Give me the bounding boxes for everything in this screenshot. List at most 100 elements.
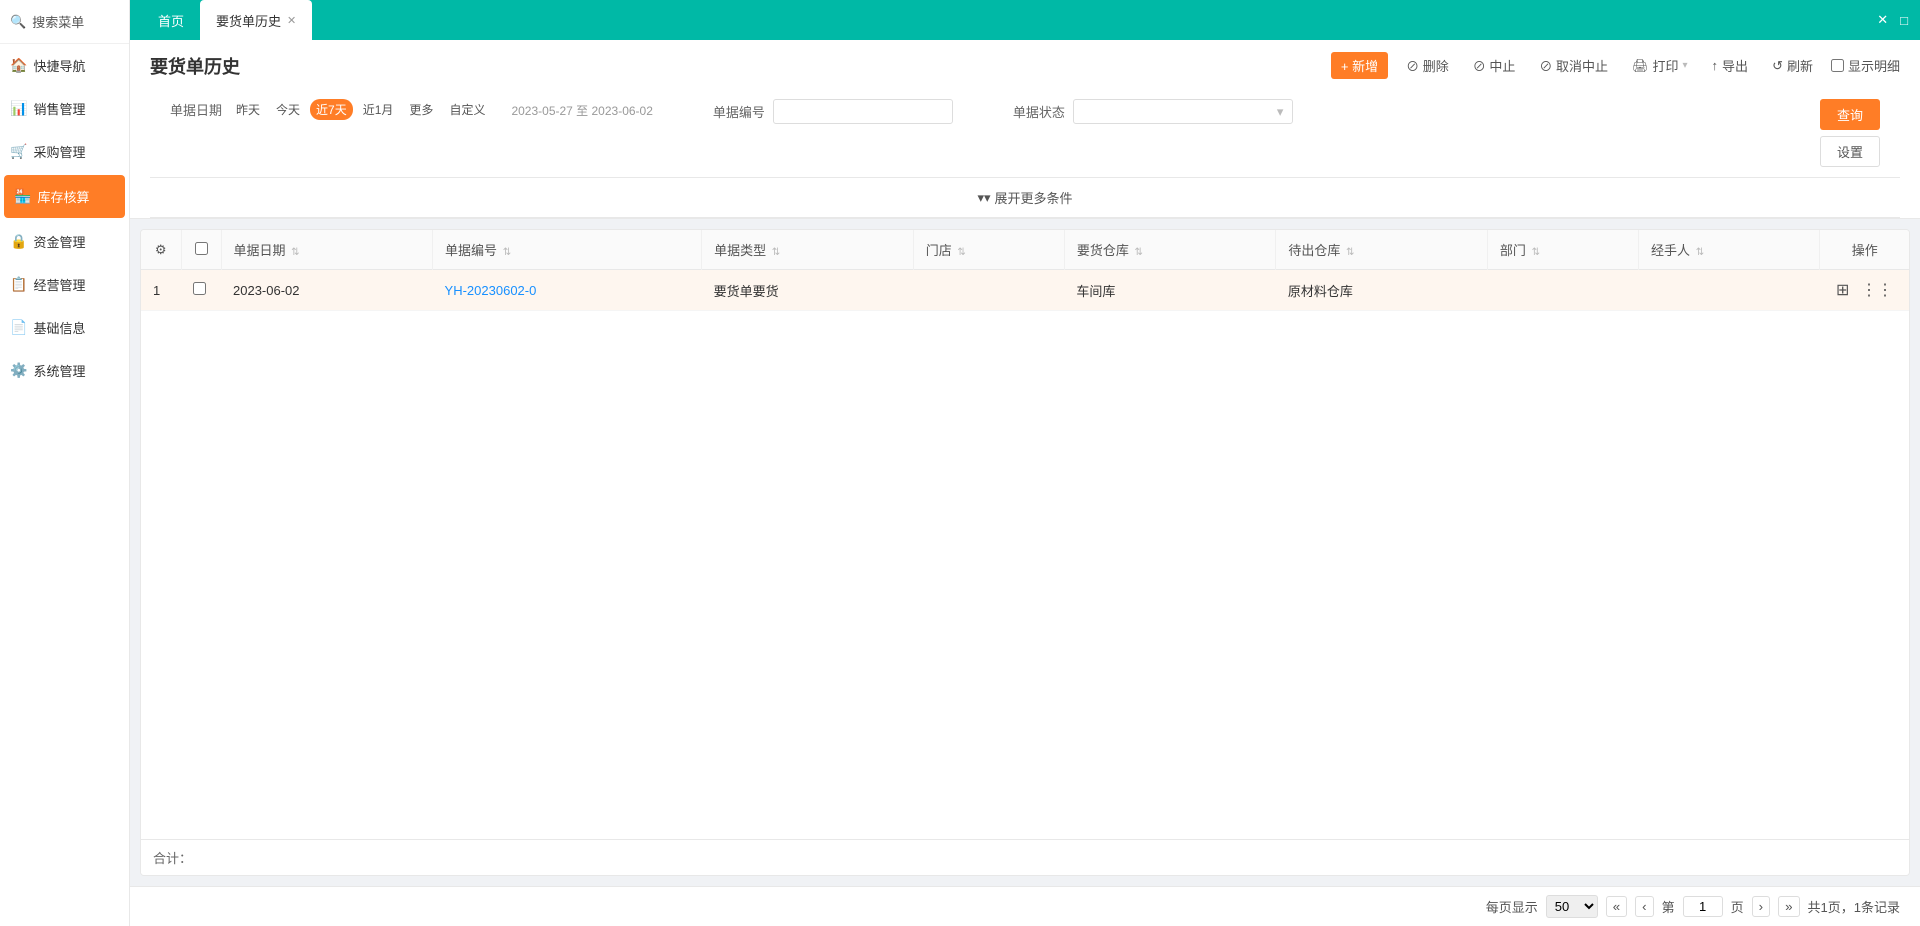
search-menu[interactable]: 🔍 搜索菜单 (0, 0, 129, 44)
expand-more-button[interactable]: ▾▾ 展开更多条件 (969, 184, 1080, 211)
show-detail-checkbox[interactable] (1831, 59, 1844, 72)
inventory-icon: 🏪 (14, 188, 31, 205)
shortcut-custom[interactable]: 自定义 (443, 99, 491, 120)
page-input[interactable] (1683, 896, 1723, 917)
search-icon: 🔍 (10, 14, 26, 30)
delete-button[interactable]: ⊘ 删除 (1400, 52, 1455, 79)
col-pending-warehouse[interactable]: 待出仓库 ⇅ (1276, 230, 1488, 270)
col-doc-date[interactable]: 单据日期 ⇅ (221, 230, 433, 270)
sidebar-item-home[interactable]: 🏠 快捷导航 (0, 44, 129, 87)
doc-no-label: 单据编号 (713, 102, 765, 121)
shortcut-7days[interactable]: 近7天 (310, 99, 353, 120)
shortcut-yesterday[interactable]: 昨天 (230, 99, 266, 120)
finance-icon: 🔒 (10, 233, 27, 250)
print-icon: 🖨 (1632, 58, 1649, 74)
col-handler[interactable]: 经手人 ⇅ (1639, 230, 1820, 270)
more-btn[interactable]: ⋮⋮ (1857, 280, 1897, 301)
show-detail-container[interactable]: 显示明细 (1831, 56, 1900, 75)
doc-status-select[interactable] (1073, 99, 1293, 124)
sidebar-item-purchase[interactable]: 🛒 采购管理 (0, 130, 129, 173)
date-shortcuts: 昨天 今天 近7天 近1月 更多 自定义 (230, 99, 491, 120)
export-label: 导出 (1722, 56, 1748, 75)
page-suffix: 页 (1731, 897, 1744, 916)
col-store[interactable]: 门店 ⇅ (913, 230, 1064, 270)
sidebar-label-finance: 资金管理 (33, 232, 85, 251)
sort-req-warehouse-icon: ⇅ (1134, 247, 1142, 258)
row-num: 1 (141, 270, 181, 311)
doc-no-input[interactable] (773, 99, 953, 124)
sidebar-item-finance[interactable]: 🔒 资金管理 (0, 220, 129, 263)
page-header: 要货单历史 + 新增 ⊘ 删除 ⊘ 中止 ⊘ 取消中止 🖨 🖨 打印 打印 ▾ … (130, 40, 1920, 219)
sort-pending-warehouse-icon: ⇅ (1346, 247, 1354, 258)
row-checkbox[interactable] (181, 270, 221, 311)
view-btn[interactable]: ⊞ (1832, 280, 1853, 301)
sort-handler-icon: ⇅ (1696, 247, 1704, 258)
setting-button[interactable]: 设置 (1820, 136, 1880, 167)
toolbar: + 新增 ⊘ 删除 ⊘ 中止 ⊘ 取消中止 🖨 🖨 打印 打印 ▾ ↑ 导出 (1331, 52, 1900, 79)
col-settings[interactable]: ⚙ (141, 230, 181, 270)
doc-no-link[interactable]: YH-20230602-0 (445, 283, 537, 298)
shortcut-1month[interactable]: 近1月 (357, 99, 400, 120)
sidebar-label-basic: 基础信息 (33, 318, 85, 337)
col-dept[interactable]: 部门 ⇅ (1487, 230, 1638, 270)
refresh-button[interactable]: ↺ 刷新 (1766, 52, 1819, 79)
topbar: 首页 要货单历史 ✕ ✕ □ (130, 0, 1920, 40)
table-header-row: ⚙ 单据日期 ⇅ 单据编号 ⇅ (141, 230, 1909, 270)
window-close-btn[interactable]: ✕ (1877, 12, 1888, 28)
sidebar-label-operations: 经营管理 (33, 275, 85, 294)
sidebar-label-inventory: 库存核算 (37, 187, 89, 206)
page-title: 要货单历史 (150, 53, 240, 79)
cancel-stop-button[interactable]: ⊘ 取消中止 (1533, 52, 1614, 79)
per-page-label: 每页显示 (1486, 897, 1538, 916)
first-page-btn[interactable]: « (1606, 896, 1627, 917)
sidebar-label-system: 系统管理 (33, 361, 85, 380)
sidebar-item-operations[interactable]: 📋 经营管理 (0, 263, 129, 306)
action-buttons: 查询 设置 (1820, 99, 1880, 167)
tab-home-label: 首页 (158, 11, 184, 30)
row-ops: ⊞ ⋮⋮ (1820, 270, 1909, 311)
show-detail-label: 显示明细 (1848, 56, 1900, 75)
refresh-label: 刷新 (1787, 56, 1813, 75)
page-title-bar: 要货单历史 + 新增 ⊘ 删除 ⊘ 中止 ⊘ 取消中止 🖨 🖨 打印 打印 ▾ … (150, 52, 1900, 79)
basic-icon: 📄 (10, 319, 27, 336)
last-page-btn[interactable]: » (1778, 896, 1799, 917)
next-page-btn[interactable]: › (1752, 896, 1770, 917)
tab-home[interactable]: 首页 (142, 0, 200, 40)
row-doc-type: 要货单要货 (702, 270, 914, 311)
date-filter-group: 单据日期 昨天 今天 近7天 近1月 更多 自定义 2023-05-27 至 2… (170, 99, 653, 120)
per-page-select[interactable]: 50 10 20 100 (1546, 895, 1598, 918)
sidebar-item-sales[interactable]: 📊 销售管理 (0, 87, 129, 130)
sort-doc-date-icon: ⇅ (291, 247, 299, 258)
system-icon: ⚙️ (10, 362, 27, 379)
summary-label: 合计： (153, 848, 192, 867)
expand-icon: ▾▾ (977, 190, 990, 206)
select-all-checkbox[interactable] (195, 242, 208, 255)
sidebar: 🔍 搜索菜单 🏠 快捷导航 📊 销售管理 🛒 采购管理 🏪 库存核算 🔒 资金管… (0, 0, 130, 926)
new-button[interactable]: + 新增 (1331, 52, 1388, 79)
print-button[interactable]: 🖨 🖨 打印 打印 ▾ (1626, 52, 1694, 79)
col-doc-no[interactable]: 单据编号 ⇅ (433, 230, 702, 270)
row-doc-no: YH-20230602-0 (433, 270, 702, 311)
shortcut-today[interactable]: 今天 (270, 99, 306, 120)
col-checkbox (181, 230, 221, 270)
prev-page-btn[interactable]: ‹ (1635, 896, 1653, 917)
date-range-display: 2023-05-27 至 2023-06-02 (511, 102, 652, 119)
sidebar-item-basic[interactable]: 📄 基础信息 (0, 306, 129, 349)
window-maximize-btn[interactable]: □ (1900, 13, 1908, 28)
row-doc-date: 2023-06-02 (221, 270, 433, 311)
tab-history-label: 要货单历史 (216, 11, 281, 30)
sidebar-item-system[interactable]: ⚙️ 系统管理 (0, 349, 129, 392)
sales-icon: 📊 (10, 100, 27, 117)
query-button[interactable]: 查询 (1820, 99, 1880, 130)
shortcut-more[interactable]: 更多 (403, 99, 439, 120)
sidebar-item-inventory[interactable]: 🏪 库存核算 (4, 175, 125, 218)
stop-button[interactable]: ⊘ 中止 (1467, 52, 1522, 79)
export-button[interactable]: ↑ 导出 (1706, 52, 1755, 79)
col-doc-type[interactable]: 单据类型 ⇅ (702, 230, 914, 270)
sidebar-label-home: 快捷导航 (33, 56, 85, 75)
doc-status-dropdown-icon[interactable]: ▾ (1277, 104, 1284, 120)
doc-status-filter-group: 单据状态 ▾ (1013, 99, 1284, 124)
tab-history-close[interactable]: ✕ (287, 14, 296, 27)
tab-history[interactable]: 要货单历史 ✕ (200, 0, 312, 40)
col-req-warehouse[interactable]: 要货仓库 ⇅ (1064, 230, 1276, 270)
